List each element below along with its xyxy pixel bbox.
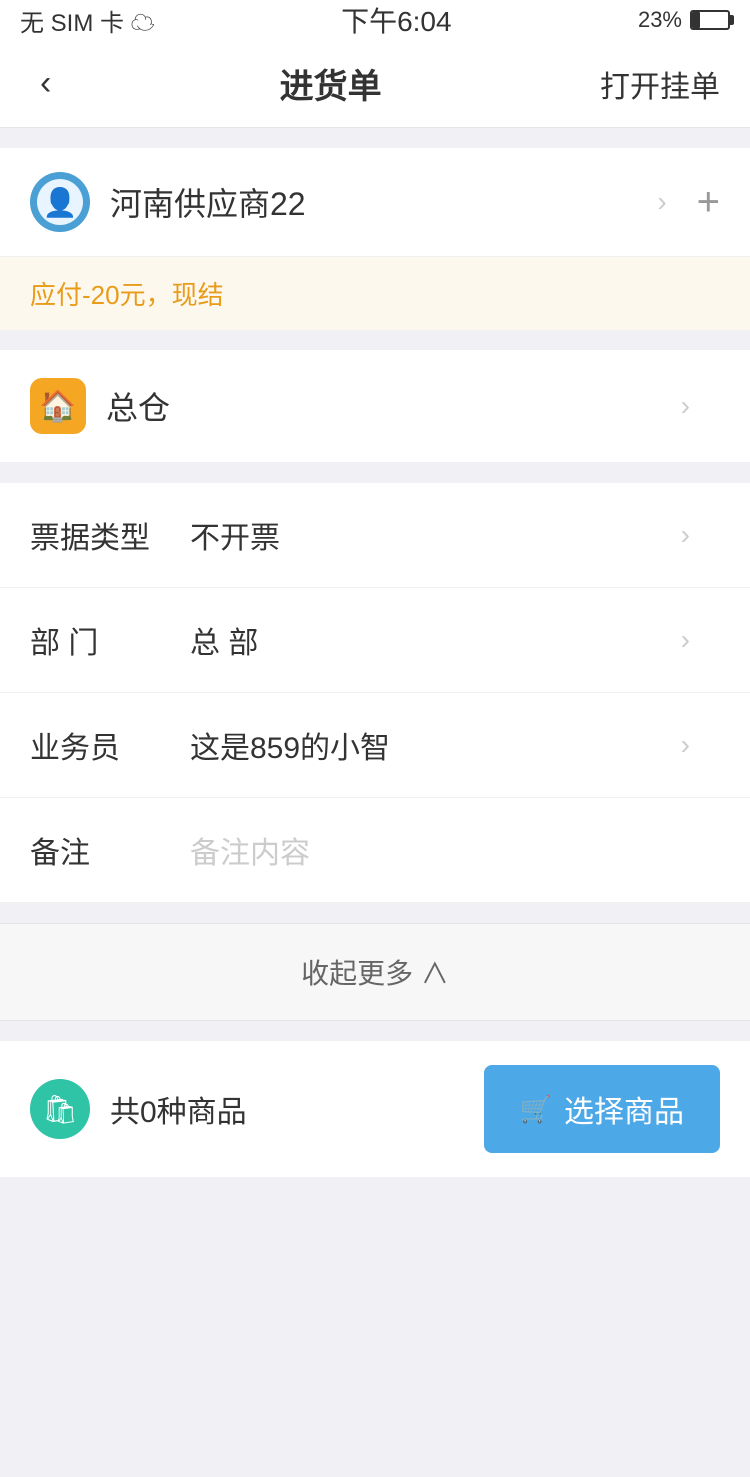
battery-icon [690,10,730,30]
department-value: 总 部 [190,618,681,662]
invoice-type-label: 票据类型 [30,513,190,557]
collapse-more-label: 收起更多 ∧ [301,952,449,992]
payment-notice: 应付-20元，现结 [0,257,750,330]
gray-background-area [0,1177,750,1477]
cart-icon: 🛍 [42,1093,78,1126]
department-chevron-icon: › [681,624,690,656]
remark-input[interactable]: 备注内容 [190,828,720,872]
salesperson-chevron-icon: › [681,729,690,761]
products-bar: 🛍 共0种商品 🛒 选择商品 [0,1041,750,1177]
invoice-type-row[interactable]: 票据类型 不开票 › [0,483,750,588]
house-icon: 🏠 [39,389,76,424]
signal-text: 无 SIM 卡 ☁ [20,3,155,38]
remark-row[interactable]: 备注 备注内容 [0,798,750,903]
form-section: 票据类型 不开票 › 部 门 总 部 › 业务员 这是859的小智 › 备注 备… [0,483,750,903]
salesperson-value: 这是859的小智 [190,723,681,767]
add-supplier-button[interactable]: + [697,180,720,225]
warehouse-icon-wrap: 🏠 [30,378,86,434]
section-divider-1 [0,128,750,148]
nav-bar: ‹ 进货单 打开挂单 [0,40,750,128]
battery-percent: 23% [638,7,682,33]
supplier-avatar: 👤 [30,172,90,232]
salesperson-row[interactable]: 业务员 这是859的小智 › [0,693,750,798]
warehouse-name: 总仓 [106,383,681,429]
supplier-name: 河南供应商22 [110,179,657,225]
warehouse-chevron-icon: › [681,390,690,422]
invoice-type-value: 不开票 [190,513,681,557]
department-row[interactable]: 部 门 总 部 › [0,588,750,693]
status-right: 23% [638,7,730,33]
remark-label: 备注 [30,828,190,872]
invoice-type-chevron-icon: › [681,519,690,551]
supplier-section: 👤 河南供应商22 › + 应付-20元，现结 [0,148,750,330]
page-title: 进货单 [280,59,382,108]
open-pending-button[interactable]: 打开挂单 [600,62,720,106]
status-time: 下午6:04 [341,0,452,40]
department-label: 部 门 [30,618,190,662]
salesperson-label: 业务员 [30,723,190,767]
product-count-label: 共0种商品 [110,1087,484,1131]
back-button[interactable]: ‹ [30,54,61,113]
collapse-more-section[interactable]: 收起更多 ∧ [0,923,750,1021]
status-left: 无 SIM 卡 ☁ [20,3,155,38]
warehouse-row[interactable]: 🏠 总仓 › [0,350,750,463]
person-icon: 👤 [43,186,78,219]
status-bar: 无 SIM 卡 ☁ 下午6:04 23% [0,0,750,40]
supplier-chevron-icon: › [657,186,666,218]
select-product-icon: 🛒 [520,1094,552,1125]
select-product-button[interactable]: 🛒 选择商品 [484,1065,720,1153]
supplier-row[interactable]: 👤 河南供应商22 › + [0,148,750,257]
select-product-label: 选择商品 [564,1087,684,1131]
product-icon-wrap: 🛍 [30,1079,90,1139]
avatar-inner: 👤 [37,179,83,225]
